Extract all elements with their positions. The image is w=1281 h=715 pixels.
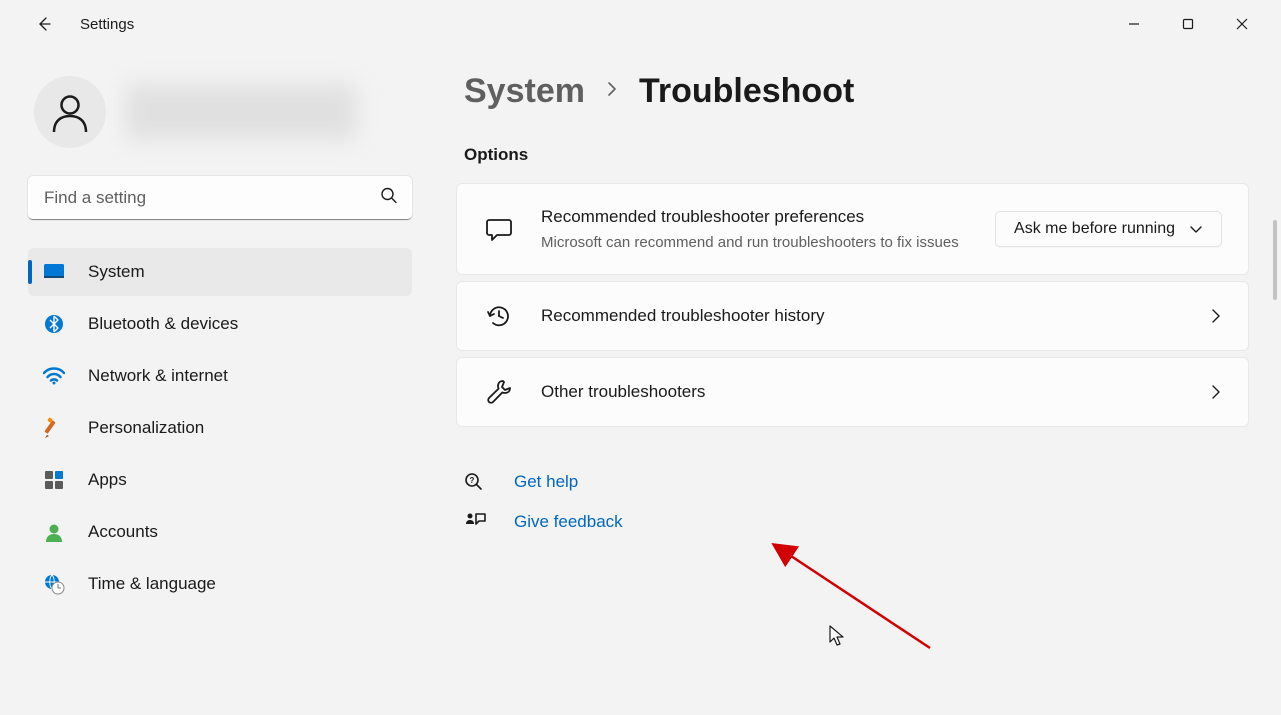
- section-title: Options: [464, 145, 1249, 165]
- card-title: Other troubleshooters: [541, 379, 1184, 405]
- svg-text:?: ?: [470, 476, 475, 485]
- nav-item-apps[interactable]: Apps: [28, 456, 412, 504]
- wifi-icon: [42, 364, 66, 388]
- chevron-right-icon: [1210, 383, 1222, 401]
- app-title: Settings: [80, 16, 134, 33]
- scrollbar[interactable]: [1273, 220, 1277, 300]
- card-recommended-prefs: Recommended troubleshooter preferences M…: [456, 183, 1249, 275]
- chevron-right-icon: [1210, 307, 1222, 325]
- main-content: System Troubleshoot Options Recommended …: [440, 48, 1281, 715]
- apps-icon: [42, 468, 66, 492]
- breadcrumb-parent[interactable]: System: [464, 72, 585, 111]
- arrow-left-icon: [34, 14, 54, 34]
- help-icon: ?: [464, 471, 486, 493]
- nav-label: Accounts: [88, 522, 158, 542]
- history-icon: [483, 302, 515, 330]
- display-icon: [42, 260, 66, 284]
- globe-clock-icon: [42, 572, 66, 596]
- nav-item-accounts[interactable]: Accounts: [28, 508, 412, 556]
- user-section[interactable]: [34, 76, 412, 148]
- feedback-icon: [464, 511, 486, 533]
- user-name-blurred: [126, 85, 356, 139]
- nav-label: Network & internet: [88, 366, 228, 386]
- search-icon: [380, 187, 398, 210]
- wrench-icon: [483, 378, 515, 406]
- search-box: [28, 176, 412, 220]
- breadcrumb-current: Troubleshoot: [639, 72, 854, 111]
- nav-item-bluetooth[interactable]: Bluetooth & devices: [28, 300, 412, 348]
- search-input[interactable]: [28, 176, 412, 220]
- nav-label: Apps: [88, 470, 127, 490]
- nav-item-system[interactable]: System: [28, 248, 412, 296]
- close-button[interactable]: [1219, 8, 1265, 40]
- nav-item-personalization[interactable]: Personalization: [28, 404, 412, 452]
- help-link-text: Give feedback: [514, 512, 623, 532]
- card-title: Recommended troubleshooter preferences: [541, 204, 969, 230]
- nav-label: Bluetooth & devices: [88, 314, 238, 334]
- card-title: Recommended troubleshooter history: [541, 303, 1184, 329]
- nav-label: System: [88, 262, 145, 282]
- card-other-troubleshooters[interactable]: Other troubleshooters: [456, 357, 1249, 427]
- nav-item-time-language[interactable]: Time & language: [28, 560, 412, 608]
- card-history[interactable]: Recommended troubleshooter history: [456, 281, 1249, 351]
- accounts-icon: [42, 520, 66, 544]
- maximize-icon: [1182, 18, 1194, 30]
- minimize-icon: [1128, 18, 1140, 30]
- titlebar: Settings: [0, 0, 1281, 48]
- person-icon: [48, 90, 92, 134]
- chevron-right-icon: [605, 80, 619, 104]
- back-button[interactable]: [24, 4, 64, 44]
- chevron-down-icon: [1189, 224, 1203, 234]
- sidebar: System Bluetooth & devices Network & int…: [0, 48, 440, 715]
- close-icon: [1236, 18, 1248, 30]
- get-help-link[interactable]: ? Get help: [464, 471, 1249, 493]
- card-subtitle: Microsoft can recommend and run troubles…: [541, 232, 969, 255]
- avatar: [34, 76, 106, 148]
- give-feedback-link[interactable]: Give feedback: [464, 511, 1249, 533]
- minimize-button[interactable]: [1111, 8, 1157, 40]
- breadcrumb: System Troubleshoot: [464, 72, 1249, 111]
- nav-item-network[interactable]: Network & internet: [28, 352, 412, 400]
- nav-list: System Bluetooth & devices Network & int…: [28, 248, 412, 608]
- dropdown-label: Ask me before running: [1014, 220, 1175, 238]
- chatbubble-icon: [483, 215, 515, 243]
- paintbrush-icon: [42, 416, 66, 440]
- bluetooth-icon: [42, 312, 66, 336]
- window-controls: [1111, 8, 1273, 40]
- prefs-dropdown[interactable]: Ask me before running: [995, 211, 1222, 247]
- help-link-text: Get help: [514, 472, 578, 492]
- maximize-button[interactable]: [1165, 8, 1211, 40]
- nav-label: Time & language: [88, 574, 216, 594]
- nav-label: Personalization: [88, 418, 204, 438]
